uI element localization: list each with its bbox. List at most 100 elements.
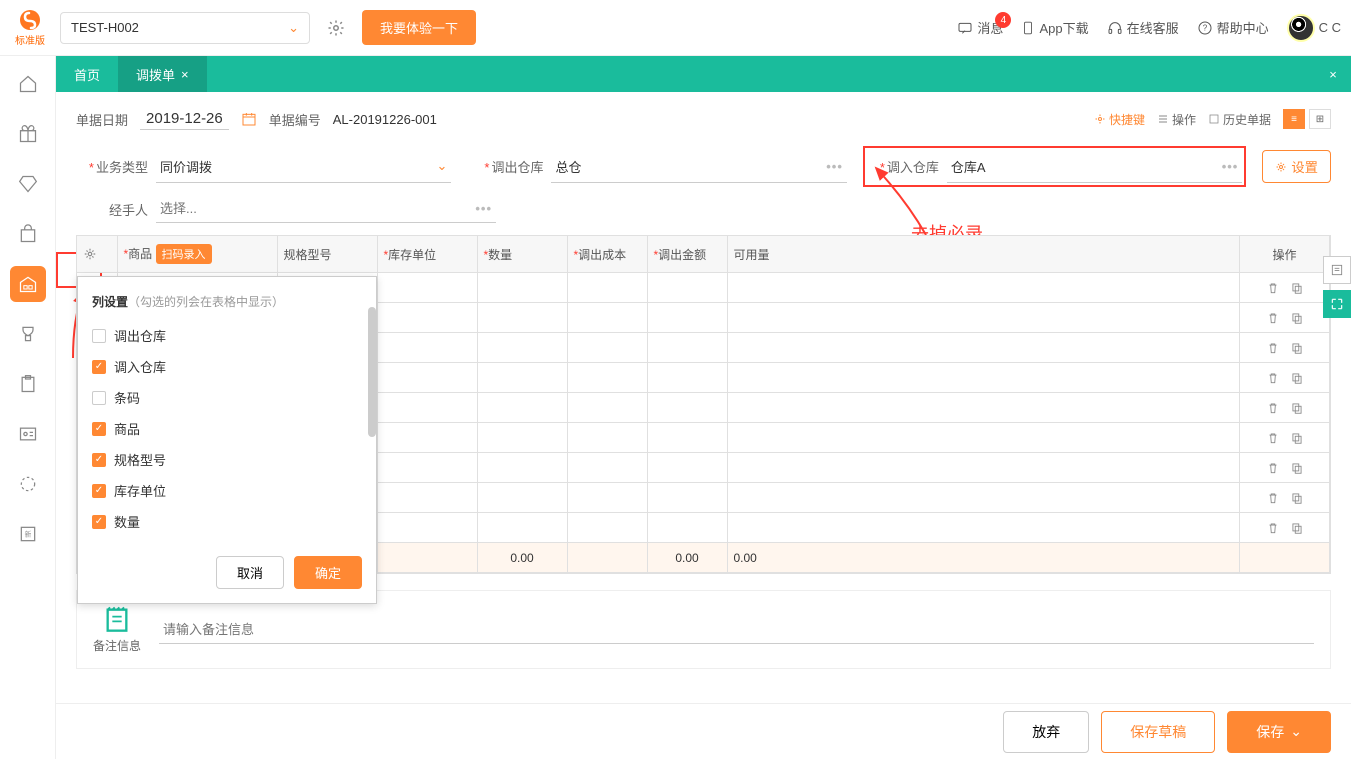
column-option[interactable]: 调出仓库 [92,320,362,351]
copy-icon[interactable] [1290,521,1304,535]
delete-icon[interactable] [1266,521,1280,535]
col-settings-button[interactable] [77,236,117,273]
column-option[interactable]: 单位2 [92,537,362,546]
checkbox[interactable]: ✓ [92,453,106,467]
delete-icon[interactable] [1266,311,1280,325]
money-icon [18,324,38,344]
column-option[interactable]: ✓ 库存单位 [92,475,362,506]
remark-input[interactable] [159,616,1314,644]
delete-icon[interactable] [1266,431,1280,445]
delete-icon[interactable] [1266,491,1280,505]
org-selector[interactable]: TEST-H002 ⌄ [60,12,310,44]
column-option[interactable]: ✓商品 [92,413,362,444]
column-list[interactable]: 调出仓库✓调入仓库条码✓商品✓规格型号✓库存单位✓数量单位2 [78,316,376,546]
gear-icon [83,247,97,261]
copy-icon[interactable] [1290,431,1304,445]
total-amount: 0.00 [647,543,727,573]
delete-icon[interactable] [1266,371,1280,385]
user-name: C C [1319,20,1341,35]
org-settings-button[interactable] [320,12,352,44]
checkbox[interactable]: ✓ [92,515,106,529]
column-label: 库存单位 [114,481,166,500]
copy-icon[interactable] [1290,341,1304,355]
ok-button[interactable]: 确定 [294,556,362,589]
biz-type-input[interactable]: 同价调拨⌄ [156,151,451,183]
history-link[interactable]: 历史单据 [1208,111,1271,128]
tab-home[interactable]: 首页 [56,56,118,92]
right-float-tools [1323,256,1351,318]
in-input[interactable]: 仓库A••• [947,151,1242,183]
copy-icon[interactable] [1290,371,1304,385]
discard-button[interactable]: 放弃 [1003,711,1089,753]
column-option[interactable]: ✓数量 [92,506,362,537]
form-row-1: *业务类型 同价调拨⌄ *调出仓库 总仓••• *调入仓库 仓库A••• 设置 [76,150,1331,183]
nav-warehouse[interactable] [10,266,46,302]
checkbox[interactable]: ✓ [92,360,106,374]
close-icon[interactable]: × [181,67,189,82]
scan-button[interactable]: 扫码录入 [156,244,212,264]
shortcut-link[interactable]: 快捷键 [1094,111,1145,128]
field-biz-type: *业务类型 同价调拨⌄ [76,150,451,183]
app-download-link[interactable]: App下载 [1021,18,1088,37]
user-menu[interactable]: C C [1287,14,1341,42]
logo-text: 标准版 [15,32,45,47]
operate-link[interactable]: 操作 [1157,111,1196,128]
logo[interactable]: 标准版 [10,8,50,47]
nav-diamond[interactable] [10,166,46,202]
nav-home[interactable] [10,66,46,102]
checkbox[interactable]: ✓ [92,484,106,498]
delete-icon[interactable] [1266,401,1280,415]
question-icon: ? [1197,20,1213,36]
footer: 放弃 保存草稿 保存⌄ [56,703,1351,759]
close-all-tabs[interactable]: × [1315,56,1351,92]
column-option[interactable]: ✓调入仓库 [92,351,362,382]
delete-icon[interactable] [1266,341,1280,355]
float-note[interactable] [1323,256,1351,284]
view-list[interactable]: ≡ [1283,109,1305,129]
float-expand[interactable] [1323,290,1351,318]
service-link[interactable]: 在线客服 [1107,18,1179,37]
nav-contact[interactable] [10,416,46,452]
save-button[interactable]: 保存⌄ [1227,711,1331,753]
view-grid[interactable]: ⊞ [1309,109,1331,129]
nav-money[interactable] [10,316,46,352]
checkbox[interactable] [92,391,106,405]
ellipsis-icon[interactable]: ••• [1222,159,1239,174]
copy-icon[interactable] [1290,491,1304,505]
nav-clipboard[interactable] [10,366,46,402]
handler-input[interactable]: ••• [156,195,496,223]
help-link[interactable]: ? 帮助中心 [1197,18,1269,37]
date-value[interactable]: 2019-12-26 [140,108,229,130]
help-label: 帮助中心 [1217,18,1269,37]
checkbox[interactable] [92,546,106,547]
scrollbar-thumb[interactable] [368,307,376,437]
handler-field[interactable] [160,201,475,216]
date-label: 单据日期 [76,110,128,129]
nav-new[interactable]: 新 [10,516,46,552]
nav-loading[interactable] [10,466,46,502]
out-input[interactable]: 总仓••• [551,151,846,183]
copy-icon[interactable] [1290,311,1304,325]
ellipsis-icon[interactable]: ••• [826,159,843,174]
save-draft-button[interactable]: 保存草稿 [1101,711,1215,753]
column-option[interactable]: ✓规格型号 [92,444,362,475]
home-icon [18,74,38,94]
checkbox[interactable]: ✓ [92,422,106,436]
copy-icon[interactable] [1290,281,1304,295]
trial-button[interactable]: 我要体验一下 [362,10,476,45]
cancel-button[interactable]: 取消 [216,556,284,589]
copy-icon[interactable] [1290,461,1304,475]
nav-gift[interactable] [10,116,46,152]
checkbox[interactable] [92,329,106,343]
note-icon [1330,263,1344,277]
ellipsis-icon[interactable]: ••• [475,201,492,216]
copy-icon[interactable] [1290,401,1304,415]
nav-bag[interactable] [10,216,46,252]
settings-button[interactable]: 设置 [1262,150,1331,183]
delete-icon[interactable] [1266,461,1280,475]
calendar-icon[interactable] [241,111,257,127]
delete-icon[interactable] [1266,281,1280,295]
messages-link[interactable]: 消息 4 [957,18,1003,37]
column-option[interactable]: 条码 [92,382,362,413]
tab-transfer[interactable]: 调拨单 × [118,56,207,92]
